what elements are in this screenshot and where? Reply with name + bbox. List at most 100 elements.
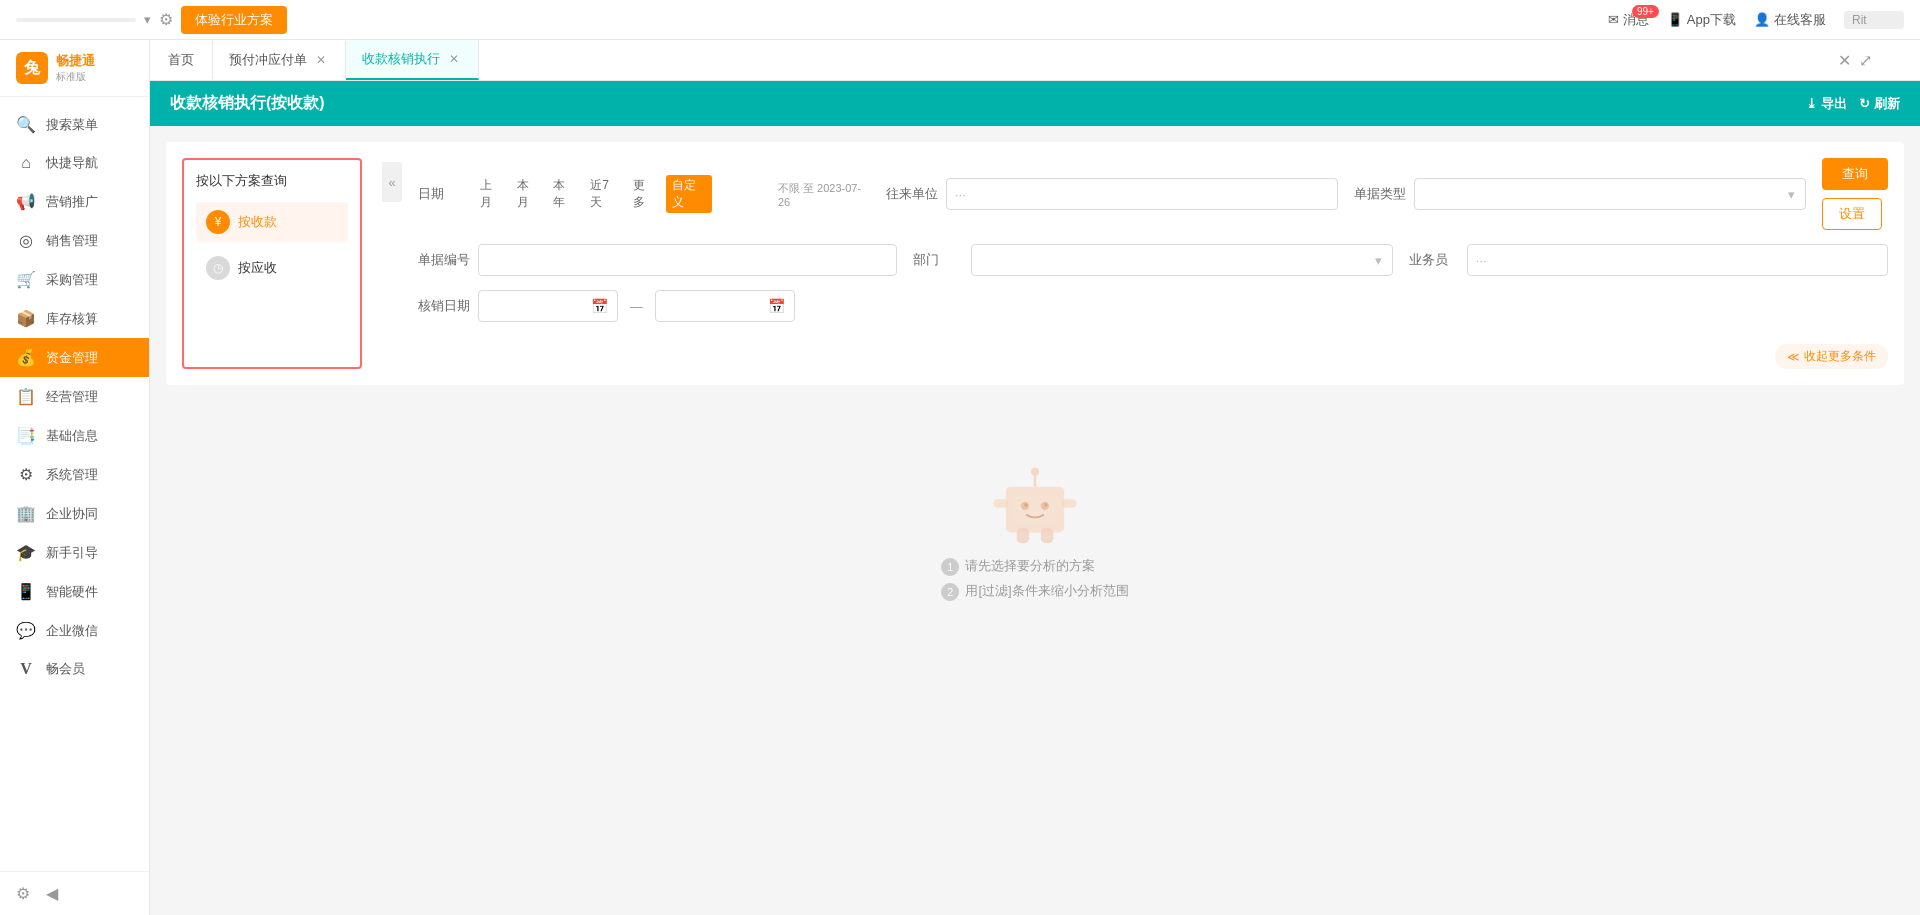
- doc-type-select[interactable]: ▾: [1414, 178, 1806, 210]
- app-icon: 📱: [1667, 12, 1683, 27]
- sidebar-label-inventory: 库存核算: [46, 310, 98, 328]
- filter-query-options: 按以下方案查询 ¥ 按收款 ◷ 按应收: [182, 158, 362, 369]
- verify-date-end-input[interactable]: 2023-07-21 📅: [655, 290, 795, 322]
- hint-text-1: 请先选择要分析的方案: [965, 557, 1095, 575]
- verify-date-label: 核销日期: [418, 297, 470, 315]
- collapse-more-btn[interactable]: ≪ 收起更多条件: [1775, 344, 1888, 369]
- sidebar-item-enterprise[interactable]: 🏢 企业协同: [0, 494, 149, 533]
- message-btn[interactable]: ✉ 消息 99+: [1608, 11, 1649, 29]
- filter-row-1: 日期 上月 本月 本年 近7天 更多 自定义 不限 至 2023-07-26: [418, 158, 1888, 230]
- purchase-icon: 🛒: [16, 270, 36, 289]
- export-btn[interactable]: ⤓ 导出: [1806, 95, 1847, 113]
- sidebar-label-enterprise: 企业协同: [46, 505, 98, 523]
- tab-receivable-close[interactable]: ✕: [446, 51, 462, 67]
- calendar-start-icon[interactable]: 📅: [591, 298, 608, 314]
- settings-icon[interactable]: ⚙: [159, 10, 173, 29]
- logo-area: ▾ ⚙ 体验行业方案: [16, 6, 1596, 34]
- sidebar-label-member: 畅会员: [46, 660, 85, 678]
- tab-prepayment[interactable]: 预付冲应付单 ✕: [213, 41, 346, 79]
- svg-point-4: [1024, 503, 1027, 506]
- sidebar-item-operation[interactable]: 📋 经营管理: [0, 377, 149, 416]
- tab-prepayment-close[interactable]: ✕: [313, 52, 329, 68]
- tab-bar: 首页 预付冲应付单 ✕ 收款核销执行 ✕ ✕ ⤢: [150, 40, 1920, 81]
- main-content: 按以下方案查询 ¥ 按收款 ◷ 按应收 «: [150, 126, 1920, 915]
- filter-option-receipt[interactable]: ¥ 按收款: [196, 202, 348, 242]
- close-all-icon[interactable]: ✕: [1838, 51, 1851, 70]
- sidebar-item-basic-info[interactable]: 📑 基础信息: [0, 416, 149, 455]
- verify-date-end[interactable]: 2023-07-21: [664, 299, 764, 314]
- sidebar-item-finance[interactable]: 💰 资金管理: [0, 338, 149, 377]
- doc-no-input[interactable]: [478, 244, 897, 276]
- message-badge: 99+: [1632, 5, 1659, 18]
- sidebar-item-search-menu[interactable]: 🔍 搜索菜单: [0, 105, 149, 144]
- dept-select[interactable]: ▾: [971, 244, 1392, 276]
- expand-icon[interactable]: ⤢: [1859, 51, 1872, 70]
- filter-option-receipt-label: 按收款: [238, 213, 277, 231]
- sidebar-label-marketing: 营销推广: [46, 193, 98, 211]
- sidebar-label-system: 系统管理: [46, 466, 98, 484]
- sidebar-item-hardware[interactable]: 📱 智能硬件: [0, 572, 149, 611]
- hint-text-2: 用[过滤]条件来缩小分析范围: [965, 582, 1128, 600]
- industry-btn[interactable]: 体验行业方案: [181, 6, 287, 34]
- sidebar-label-purchase: 采购管理: [46, 271, 98, 289]
- sidebar-item-inventory[interactable]: 📦 库存核算: [0, 299, 149, 338]
- hardware-icon: 📱: [16, 582, 36, 601]
- doc-no-field: 单据编号: [418, 244, 897, 276]
- empty-hints: 1 请先选择要分析的方案 2 用[过滤]条件来缩小分析范围: [941, 557, 1128, 601]
- dropdown-arrow-icon[interactable]: ▾: [144, 12, 151, 27]
- refresh-btn[interactable]: ↻ 刷新: [1859, 95, 1900, 113]
- filter-form: 日期 上月 本月 本年 近7天 更多 自定义 不限 至 2023-07-26: [418, 158, 1888, 369]
- filter-collapse-btn[interactable]: «: [382, 162, 402, 202]
- date-btn-7days[interactable]: 近7天: [586, 175, 623, 213]
- settings-btn[interactable]: 设置: [1822, 198, 1882, 230]
- online-service-btn[interactable]: 👤 在线客服: [1754, 11, 1826, 29]
- calendar-end-icon[interactable]: 📅: [768, 298, 785, 314]
- main-layout: 兔 畅捷通 标准版 🔍 搜索菜单 ⌂ 快捷导航 📢 营销推广 ◎ 销售管理: [0, 40, 1920, 915]
- empty-illustration: [985, 445, 1085, 545]
- sidebar-item-member[interactable]: V 畅会员: [0, 650, 149, 688]
- counterparty-dots: ···: [955, 187, 966, 202]
- date-shortcuts: 上月 本月 本年 近7天 更多 自定义: [476, 175, 712, 213]
- verify-date-start[interactable]: 2023-03-01: [487, 299, 587, 314]
- sidebar-item-purchase[interactable]: 🛒 采购管理: [0, 260, 149, 299]
- counterparty-input[interactable]: ···: [946, 178, 1338, 210]
- tab-receivable-label: 收款核销执行: [362, 50, 440, 68]
- date-btn-custom[interactable]: 自定义: [666, 175, 712, 213]
- dept-label: 部门: [913, 251, 963, 269]
- finance-icon: 💰: [16, 348, 36, 367]
- inventory-icon: 📦: [16, 309, 36, 328]
- sidebar-item-sales[interactable]: ◎ 销售管理: [0, 221, 149, 260]
- date-btn-more[interactable]: 更多: [629, 175, 660, 213]
- staff-input[interactable]: ···: [1467, 244, 1888, 276]
- collapse-sidebar-icon[interactable]: ◀: [46, 884, 58, 903]
- staff-label: 业务员: [1409, 251, 1459, 269]
- system-icon: ⚙: [16, 465, 36, 484]
- verify-date-start-input[interactable]: 2023-03-01 📅: [478, 290, 618, 322]
- user-info: Rit: [1844, 11, 1904, 29]
- sidebar-item-system[interactable]: ⚙ 系统管理: [0, 455, 149, 494]
- bottom-gear-icon[interactable]: ⚙: [16, 884, 30, 903]
- app-download-btn[interactable]: 📱 App下载: [1667, 11, 1736, 29]
- sidebar-item-marketing[interactable]: 📢 营销推广: [0, 182, 149, 221]
- basic-info-icon: 📑: [16, 426, 36, 445]
- query-btn[interactable]: 查询: [1822, 158, 1888, 190]
- filter-option-receivable[interactable]: ◷ 按应收: [196, 248, 348, 288]
- hint-num-2: 2: [941, 583, 959, 601]
- staff-field: 业务员 ···: [1409, 244, 1888, 276]
- doc-type-label: 单据类型: [1354, 185, 1406, 203]
- filter-panel: 按以下方案查询 ¥ 按收款 ◷ 按应收 «: [166, 142, 1904, 385]
- page-title: 收款核销执行(按收款): [170, 93, 325, 114]
- date-btn-this-year[interactable]: 本年: [549, 175, 580, 213]
- tab-home[interactable]: 首页: [150, 41, 213, 79]
- collapse-more-label: 收起更多条件: [1804, 348, 1876, 365]
- date-btn-last-month[interactable]: 上月: [476, 175, 507, 213]
- date-btn-this-month[interactable]: 本月: [513, 175, 544, 213]
- sidebar-item-wechat[interactable]: 💬 企业微信: [0, 611, 149, 650]
- collapse-chevron-icon: ≪: [1787, 350, 1800, 364]
- sidebar-label-basic: 基础信息: [46, 427, 98, 445]
- sidebar-item-quick-nav[interactable]: ⌂ 快捷导航: [0, 144, 149, 182]
- tab-receivable[interactable]: 收款核销执行 ✕: [346, 40, 479, 80]
- sidebar-item-beginner[interactable]: 🎓 新手引导: [0, 533, 149, 572]
- empty-state: 1 请先选择要分析的方案 2 用[过滤]条件来缩小分析范围: [166, 385, 1904, 641]
- collapse-icon: «: [388, 175, 395, 190]
